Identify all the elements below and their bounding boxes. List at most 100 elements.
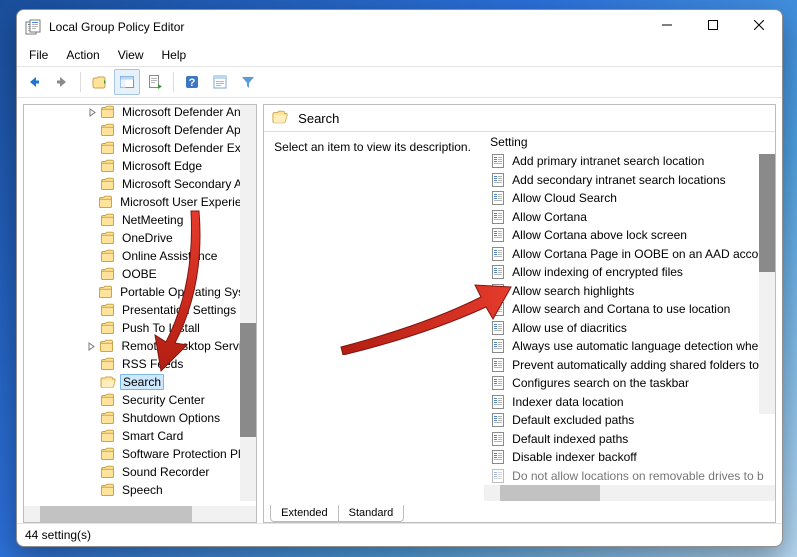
expand-icon[interactable] [86, 430, 98, 442]
tree-item[interactable]: Remote Desktop Service [24, 337, 256, 355]
tree-item[interactable]: Microsoft Defender App [24, 121, 256, 139]
list-vertical-scrollbar[interactable] [759, 154, 775, 414]
expand-icon[interactable] [86, 340, 97, 352]
tree-horizontal-scrollbar[interactable] [24, 506, 256, 522]
tree-vertical-scrollbar[interactable] [240, 105, 256, 501]
expand-icon[interactable] [86, 232, 98, 244]
tree-item[interactable]: Microsoft Edge [24, 157, 256, 175]
toolbar: ? [17, 67, 782, 98]
expand-icon[interactable] [86, 160, 98, 172]
expand-icon[interactable] [86, 142, 98, 154]
close-button[interactable] [736, 10, 782, 40]
setting-row[interactable]: Allow use of diacritics [484, 319, 775, 338]
tree-item[interactable]: OneDrive [24, 229, 256, 247]
setting-row[interactable]: Configures search on the taskbar [484, 374, 775, 393]
setting-row[interactable]: Allow Cloud Search [484, 189, 775, 208]
column-header-setting[interactable]: Setting [484, 132, 775, 152]
tree-item[interactable]: Microsoft Secondary Aut [24, 175, 256, 193]
tree-item[interactable]: Smart Card [24, 427, 256, 445]
folder-icon [98, 284, 114, 300]
setting-row[interactable]: Allow Cortana Page in OOBE on an AAD acc… [484, 245, 775, 264]
back-button[interactable] [21, 69, 47, 95]
tree-item[interactable]: Shutdown Options [24, 409, 256, 427]
maximize-button[interactable] [690, 10, 736, 40]
setting-label: Indexer data location [512, 395, 623, 409]
tree-item[interactable]: Sound Recorder [24, 463, 256, 481]
tree-item[interactable]: Security Center [24, 391, 256, 409]
setting-row[interactable]: Disable indexer backoff [484, 448, 775, 467]
tree-item[interactable]: Search [24, 373, 256, 391]
tree-item[interactable]: Push To Install [24, 319, 256, 337]
expand-icon[interactable] [86, 250, 98, 262]
setting-label: Default excluded paths [512, 413, 634, 427]
tree-item[interactable]: OOBE [24, 265, 256, 283]
tree-item[interactable]: Microsoft Defender Expl [24, 139, 256, 157]
setting-row[interactable]: Add secondary intranet search locations [484, 171, 775, 190]
tree-item[interactable]: Microsoft User Experienc [24, 193, 256, 211]
tab-standard[interactable]: Standard [338, 505, 405, 522]
up-button[interactable] [86, 69, 112, 95]
setting-label: Do not allow locations on removable driv… [512, 469, 763, 483]
setting-row[interactable]: Prevent automatically adding shared fold… [484, 356, 775, 375]
export-button[interactable] [142, 69, 168, 95]
setting-row[interactable]: Always use automatic language detection … [484, 337, 775, 356]
policy-icon [490, 246, 506, 262]
tree-content[interactable]: Microsoft Defender AntiMicrosoft Defende… [24, 105, 256, 506]
tree-item-label: Speech [120, 483, 165, 497]
policy-icon [490, 449, 506, 465]
expand-icon[interactable] [86, 124, 98, 136]
forward-button[interactable] [49, 69, 75, 95]
menu-help[interactable]: Help [154, 46, 195, 64]
menu-action[interactable]: Action [58, 46, 107, 64]
setting-row[interactable]: Default excluded paths [484, 411, 775, 430]
tree-item[interactable]: Speech [24, 481, 256, 499]
setting-row[interactable]: Allow indexing of encrypted files [484, 263, 775, 282]
expand-icon[interactable] [86, 268, 98, 280]
filter-button[interactable] [235, 69, 261, 95]
tab-extended[interactable]: Extended [270, 505, 338, 522]
tree-item[interactable]: RSS Feeds [24, 355, 256, 373]
expand-icon[interactable] [86, 376, 98, 388]
folder-icon [98, 194, 114, 210]
tree-item[interactable]: Presentation Settings [24, 301, 256, 319]
setting-row[interactable]: Add primary intranet search location [484, 152, 775, 171]
tree-item[interactable]: Software Protection Platf [24, 445, 256, 463]
settings-rows[interactable]: Add primary intranet search locationAdd … [484, 152, 775, 485]
setting-row[interactable]: Allow search highlights [484, 282, 775, 301]
setting-label: Allow search and Cortana to use location [512, 302, 730, 316]
expand-icon[interactable] [86, 178, 98, 190]
tree-item[interactable]: NetMeeting [24, 211, 256, 229]
setting-row[interactable]: Do not allow locations on removable driv… [484, 467, 775, 486]
menu-file[interactable]: File [21, 46, 56, 64]
setting-row[interactable]: Allow Cortana [484, 208, 775, 227]
expand-icon[interactable] [86, 196, 96, 208]
setting-row[interactable]: Allow search and Cortana to use location [484, 300, 775, 319]
setting-row[interactable]: Default indexed paths [484, 430, 775, 449]
minimize-button[interactable] [644, 10, 690, 40]
tree-item-label: Push To Install [120, 321, 202, 335]
setting-row[interactable]: Allow Cortana above lock screen [484, 226, 775, 245]
menu-view[interactable]: View [110, 46, 152, 64]
expand-icon[interactable] [86, 448, 98, 460]
expand-icon[interactable] [86, 358, 98, 370]
list-horizontal-scrollbar[interactable] [484, 485, 775, 501]
expand-icon[interactable] [86, 466, 98, 478]
expand-icon[interactable] [86, 394, 98, 406]
expand-icon[interactable] [86, 412, 98, 424]
expand-icon[interactable] [86, 304, 98, 316]
properties-button[interactable] [207, 69, 233, 95]
policy-icon [490, 320, 506, 336]
tree-item-label: Smart Card [120, 429, 185, 443]
policy-icon [490, 283, 506, 299]
expand-icon[interactable] [86, 106, 98, 118]
tree-item[interactable]: Microsoft Defender Anti [24, 105, 256, 121]
expand-icon[interactable] [86, 484, 98, 496]
help-button[interactable]: ? [179, 69, 205, 95]
expand-icon[interactable] [86, 286, 96, 298]
tree-item[interactable]: Portable Operating Syste [24, 283, 256, 301]
expand-icon[interactable] [86, 322, 98, 334]
expand-icon[interactable] [86, 214, 98, 226]
show-hide-tree-button[interactable] [114, 69, 140, 95]
tree-item[interactable]: Online Assistance [24, 247, 256, 265]
setting-row[interactable]: Indexer data location [484, 393, 775, 412]
